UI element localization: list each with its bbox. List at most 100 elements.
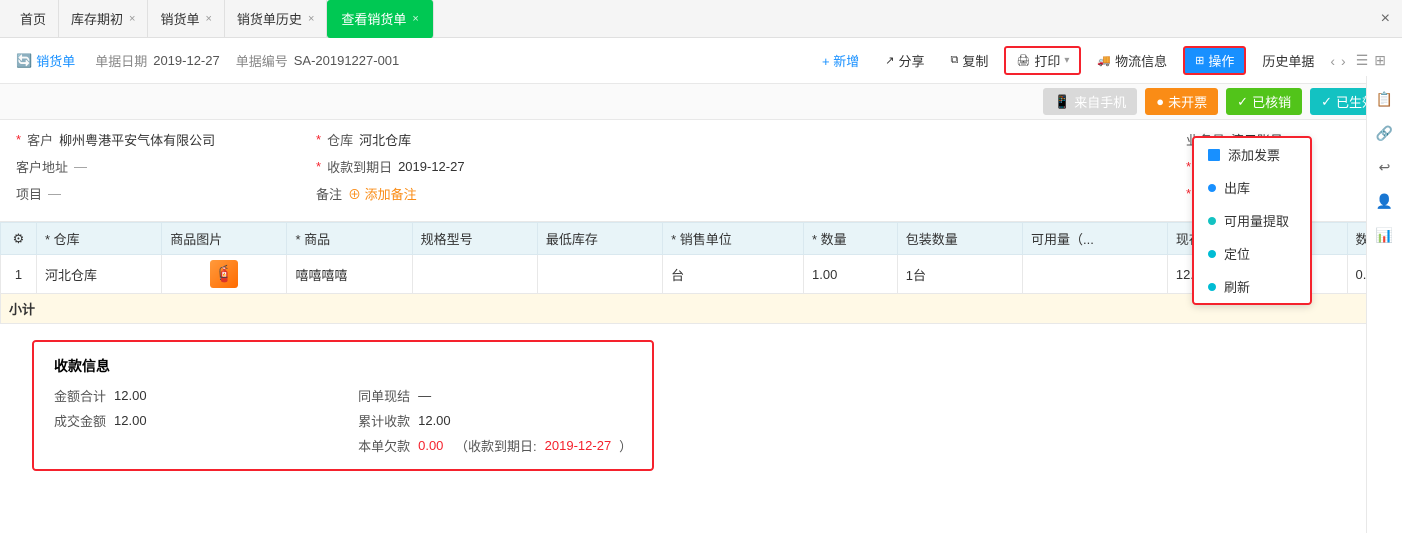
amount-label: 金额合计 bbox=[54, 386, 106, 405]
warehouse-field: * 仓库 河北仓库 bbox=[316, 130, 516, 149]
tab-bar: 首页 库存期初 × 销货单 × 销货单历史 × 查看销货单 × × bbox=[0, 0, 1402, 38]
transaction-row: 成交金额 12.00 bbox=[54, 411, 328, 430]
sidebar-chart-icon[interactable]: 📊 bbox=[1370, 220, 1400, 250]
tab-view-sales-label: 查看销货单 bbox=[341, 9, 406, 28]
dropdown-add-invoice[interactable]: 添加发票 bbox=[1194, 138, 1310, 171]
cumulative-label: 累计收款 bbox=[358, 411, 410, 430]
tab-sales-history[interactable]: 销货单历史 × bbox=[225, 0, 327, 38]
tab-inventory[interactable]: 库存期初 × bbox=[59, 0, 148, 38]
balance-label: 本单欠款 bbox=[358, 436, 410, 455]
tab-view-sales-close[interactable]: × bbox=[412, 13, 418, 25]
payment-section: 收款信息 金额合计 12.00 同单现结 — 成交金额 12.00 累计收款 1… bbox=[0, 324, 1402, 487]
new-button[interactable]: + 新增 bbox=[812, 48, 869, 73]
payment-title: 收款信息 bbox=[54, 356, 632, 376]
main-content: 🔄 销货单 单据日期 2019-12-27 单据编号 SA-20191227-0… bbox=[0, 38, 1402, 533]
project-field: 项目 — bbox=[16, 184, 216, 203]
due-date-field: * 收款到期日 2019-12-27 bbox=[316, 157, 516, 176]
view-toggle-grid[interactable]: ⊞ bbox=[1374, 52, 1386, 69]
row-image: 🧯 bbox=[162, 255, 287, 294]
logistics-button[interactable]: 🚚 物流信息 bbox=[1087, 48, 1177, 73]
tab-inventory-close[interactable]: × bbox=[129, 13, 135, 25]
ticket-status-btn[interactable]: ● 未开票 bbox=[1145, 88, 1218, 115]
form-row-2: 客户地址 — * 收款到期日 2019-12-27 * 票据类型 不开票 bbox=[16, 157, 1386, 176]
tab-sales-history-close[interactable]: × bbox=[308, 13, 314, 25]
amount-row: 金额合计 12.00 bbox=[54, 386, 328, 405]
row-warehouse: 河北仓库 bbox=[37, 255, 162, 294]
dropdown-locate[interactable]: 定位 bbox=[1194, 237, 1310, 270]
tab-home-label: 首页 bbox=[20, 9, 46, 28]
no-label: 单据编号 bbox=[236, 51, 288, 70]
operation-dropdown: 添加发票 出库 可用量提取 定位 刷新 bbox=[1192, 136, 1312, 305]
col-unit: * 销售单位 bbox=[663, 223, 804, 255]
transaction-value: 12.00 bbox=[114, 413, 147, 428]
tab-sales-label: 销货单 bbox=[160, 9, 199, 28]
amount-value: 12.00 bbox=[114, 388, 147, 403]
col-qty: * 数量 bbox=[804, 223, 898, 255]
copy-button[interactable]: ⧉ 复制 bbox=[941, 48, 999, 73]
tab-view-sales[interactable]: 查看销货单 × bbox=[327, 0, 433, 38]
form-row-3: 项目 — 备注 ⊕ 添加备注 * 业务员孟 — bbox=[16, 184, 1386, 203]
col-available: 可用量（... bbox=[1022, 223, 1167, 255]
date-label: 单据日期 bbox=[95, 51, 147, 70]
print-button[interactable]: 🖨 打印 ▾ bbox=[1004, 46, 1081, 75]
confirm1-btn[interactable]: ✓ 已核销 bbox=[1226, 88, 1302, 115]
doc-meta: 单据日期 2019-12-27 单据编号 SA-20191227-001 bbox=[95, 51, 812, 70]
refresh-icon bbox=[1208, 283, 1216, 291]
cumulative-value: 12.00 bbox=[418, 413, 451, 428]
window-close-button[interactable]: × bbox=[1381, 10, 1390, 28]
view-toggle-list[interactable]: ☰ bbox=[1356, 52, 1369, 69]
mobile-btn[interactable]: 📱 来自手机 bbox=[1043, 88, 1137, 115]
sidebar-return-icon[interactable]: ↩ bbox=[1370, 152, 1400, 182]
row-no: 1 bbox=[1, 255, 37, 294]
tab-home[interactable]: 首页 bbox=[8, 0, 59, 38]
row-product: 嘻嘻嘻嘻 bbox=[287, 255, 412, 294]
doc-title: 销货单 bbox=[36, 51, 75, 70]
nav-right[interactable]: › bbox=[1341, 53, 1346, 69]
history-button[interactable]: 历史单据 bbox=[1252, 48, 1324, 73]
doc-header: 🔄 销货单 单据日期 2019-12-27 单据编号 SA-20191227-0… bbox=[0, 38, 1402, 84]
row-unit: 台 bbox=[663, 255, 804, 294]
no-value: SA-20191227-001 bbox=[294, 53, 400, 68]
doc-title-section: 🔄 销货单 bbox=[16, 51, 75, 70]
locate-icon bbox=[1208, 250, 1216, 258]
doc-icon: 🔄 bbox=[16, 53, 32, 69]
same-order-value: — bbox=[418, 388, 431, 403]
notes-field: 备注 ⊕ 添加备注 bbox=[316, 184, 516, 203]
row-qty: 1.00 bbox=[804, 255, 898, 294]
tab-sales-history-label: 销货单历史 bbox=[237, 9, 302, 28]
col-spec: 规格型号 bbox=[412, 223, 537, 255]
dropdown-available-qty[interactable]: 可用量提取 bbox=[1194, 204, 1310, 237]
balance-row: 本单欠款 0.00 （收款到期日: 2019-12-27 ） bbox=[358, 436, 632, 455]
form-row-1: * 客户 柳州粤港平安气体有限公司 * 仓库 河北仓库 业务员 演示账号 bbox=[16, 130, 1386, 149]
available-qty-icon bbox=[1208, 217, 1216, 225]
row-spec bbox=[412, 255, 537, 294]
dropdown-outbound[interactable]: 出库 bbox=[1194, 171, 1310, 204]
payment-box: 收款信息 金额合计 12.00 同单现结 — 成交金额 12.00 累计收款 1… bbox=[32, 340, 654, 471]
sidebar-link-icon[interactable]: 🔗 bbox=[1370, 118, 1400, 148]
row-min-stock bbox=[537, 255, 662, 294]
share-button[interactable]: ↗ 分享 bbox=[875, 48, 934, 73]
cumulative-row: 累计收款 12.00 bbox=[358, 411, 632, 430]
transaction-label: 成交金额 bbox=[54, 411, 106, 430]
customer-field: * 客户 柳州粤港平安气体有限公司 bbox=[16, 130, 216, 149]
add-notes-btn[interactable]: ⊕ 添加备注 bbox=[348, 184, 417, 203]
outbound-icon bbox=[1208, 184, 1216, 192]
col-warehouse: * 仓库 bbox=[37, 223, 162, 255]
col-product: * 商品 bbox=[287, 223, 412, 255]
sidebar-clipboard-icon[interactable]: 📋 bbox=[1370, 84, 1400, 114]
tab-sales[interactable]: 销货单 × bbox=[148, 0, 224, 38]
col-image: 商品图片 bbox=[162, 223, 287, 255]
right-sidebar: 📋 🔗 ↩ 👤 📊 ⛶ bbox=[1366, 76, 1402, 533]
tab-inventory-label: 库存期初 bbox=[71, 9, 123, 28]
operation-button[interactable]: ⊞ 操作 bbox=[1183, 46, 1246, 75]
dropdown-refresh[interactable]: 刷新 bbox=[1194, 270, 1310, 303]
col-min-stock: 最低库存 bbox=[537, 223, 662, 255]
col-settings[interactable]: ⚙ bbox=[1, 223, 37, 255]
nav-left[interactable]: ‹ bbox=[1330, 53, 1335, 69]
sidebar-user-icon[interactable]: 👤 bbox=[1370, 186, 1400, 216]
col-pack: 包装数量 bbox=[897, 223, 1022, 255]
row-available bbox=[1022, 255, 1167, 294]
doc-no-field: 单据编号 SA-20191227-001 bbox=[236, 51, 400, 70]
tab-sales-close[interactable]: × bbox=[205, 13, 211, 25]
toolbar2: 📱 来自手机 ● 未开票 ✓ 已核销 ✓ 已生效 bbox=[0, 84, 1402, 120]
